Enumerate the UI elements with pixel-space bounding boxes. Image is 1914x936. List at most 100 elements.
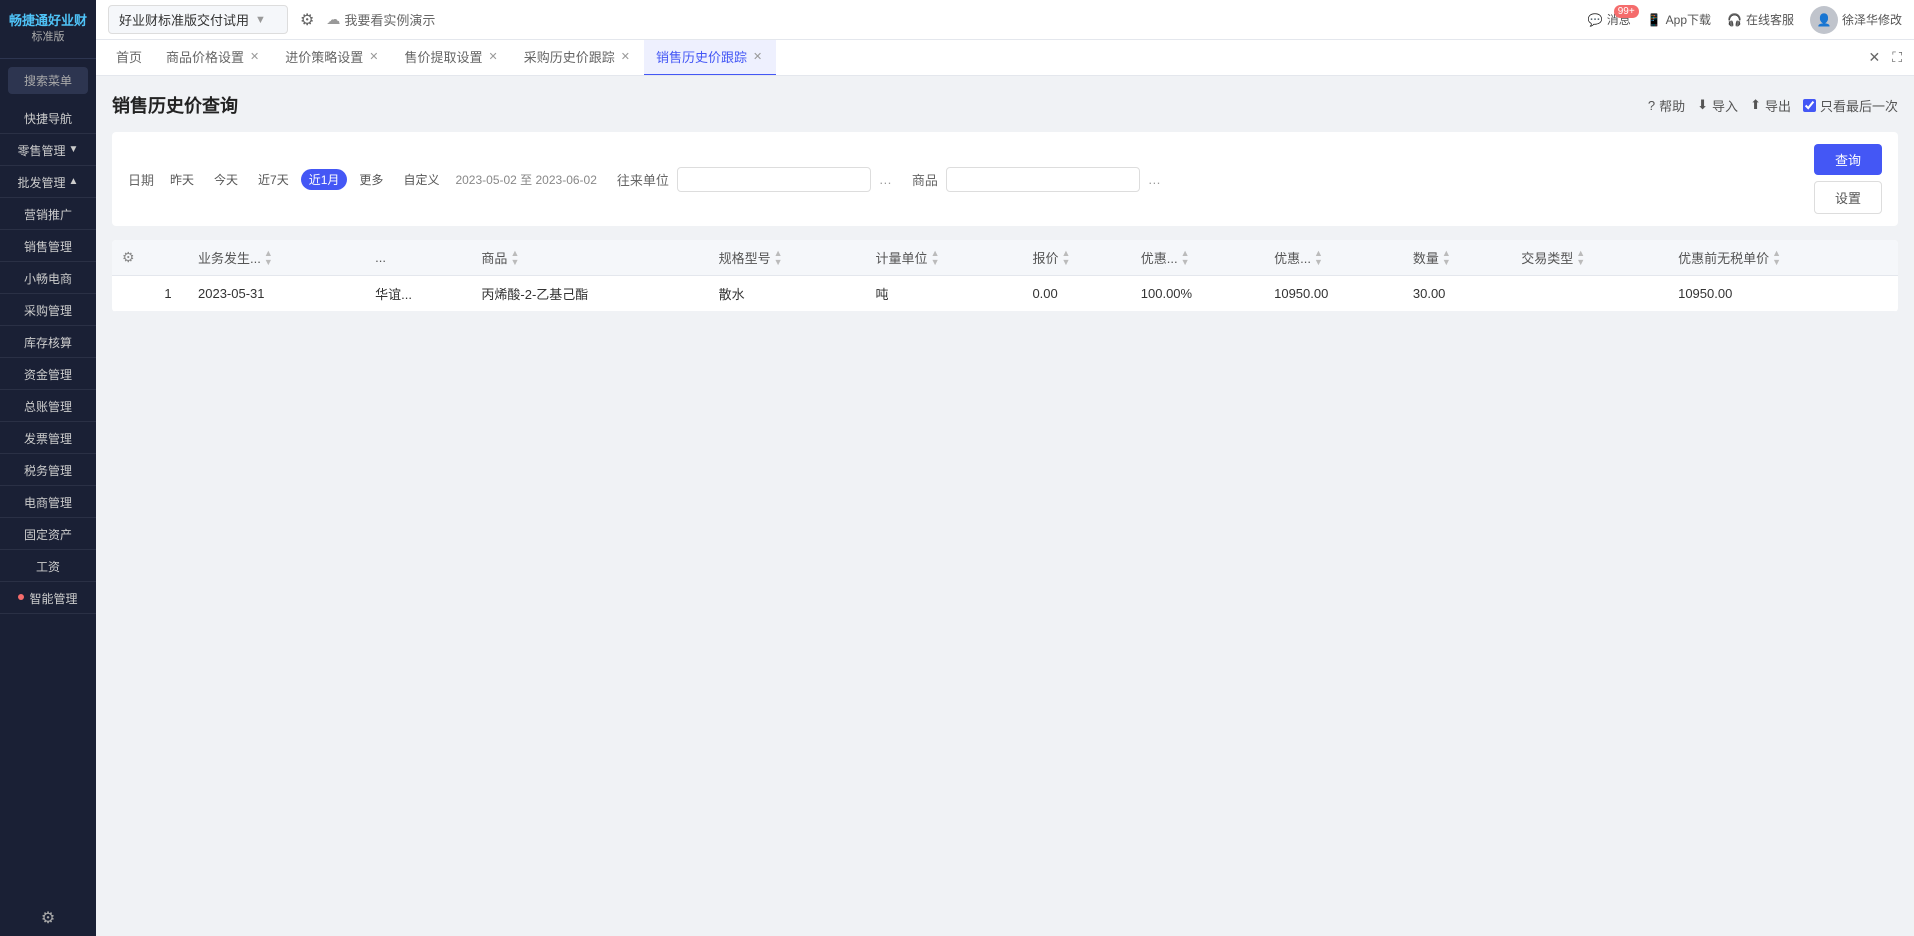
sidebar-item-purchase[interactable]: 采购管理 bbox=[0, 294, 96, 325]
demo-button[interactable]: ☁ 我要看实例演示 bbox=[326, 10, 435, 29]
message-button[interactable]: 💬 消息 99+ bbox=[1588, 11, 1631, 28]
invoice-label: 发票管理 bbox=[8, 430, 88, 447]
col-price-sort[interactable]: 报价 ▲▼ bbox=[1032, 248, 1070, 267]
demo-text: 我要看实例演示 bbox=[344, 10, 435, 29]
page-title: 销售历史价查询 bbox=[112, 92, 238, 118]
product-label: 商品 bbox=[912, 170, 938, 189]
date-pill-yesterday[interactable]: 昨天 bbox=[162, 169, 202, 190]
col-discount1-header[interactable]: 优惠... ▲▼ bbox=[1131, 240, 1264, 276]
col-product-header[interactable]: 商品 ▲▼ bbox=[471, 240, 708, 276]
col-discount2-sort[interactable]: 优惠... ▲▼ bbox=[1274, 248, 1323, 267]
sidebar-item-ecommerce[interactable]: 电商管理 bbox=[0, 486, 96, 517]
col-transaction-type-sort[interactable]: 交易类型 ▲▼ bbox=[1521, 248, 1585, 267]
sidebar-item-tax[interactable]: 税务管理 bbox=[0, 454, 96, 485]
col-quantity-header[interactable]: 数量 ▲▼ bbox=[1403, 240, 1511, 276]
tab-sale-extract-close[interactable]: ✕ bbox=[487, 50, 500, 63]
sidebar-item-quick-nav[interactable]: 快捷导航 bbox=[0, 102, 96, 133]
col-quantity-sort[interactable]: 数量 ▲▼ bbox=[1413, 248, 1451, 267]
tab-purchase-history[interactable]: 采购历史价跟踪 ✕ bbox=[512, 40, 644, 76]
from-unit-dots[interactable]: … bbox=[879, 172, 892, 187]
sidebar-settings-button[interactable]: ⚙ bbox=[41, 908, 55, 928]
col-price-header[interactable]: 报价 ▲▼ bbox=[1022, 240, 1130, 276]
finance-label: 资金管理 bbox=[8, 366, 88, 383]
col-spec-header[interactable]: 规格型号 ▲▼ bbox=[709, 240, 866, 276]
sidebar-item-marketing[interactable]: 营销推广 bbox=[0, 198, 96, 229]
tab-purchase-history-close[interactable]: ✕ bbox=[619, 50, 632, 63]
col-discount1-sort[interactable]: 优惠... ▲▼ bbox=[1141, 248, 1190, 267]
row-spec: 散水 bbox=[709, 276, 866, 312]
last-only-checkbox[interactable] bbox=[1803, 99, 1816, 112]
sidebar-logo: 畅捷通好业财 标准版 bbox=[0, 0, 96, 59]
app-selector[interactable]: 好业财标准版交付试用 ▼ bbox=[108, 5, 288, 34]
retail-nav-group: 零售管理 ▼ bbox=[0, 134, 96, 166]
col-business-date-header[interactable]: 业务发生... ▲▼ bbox=[188, 240, 365, 276]
col-unit-header[interactable]: 计量单位 ▲▼ bbox=[866, 240, 1023, 276]
tab-home[interactable]: 首页 bbox=[104, 40, 154, 76]
sidebar-item-ecommerce-small[interactable]: 小畅电商 bbox=[0, 262, 96, 293]
date-pill-today[interactable]: 今天 bbox=[206, 169, 246, 190]
help-button[interactable]: ? 帮助 bbox=[1648, 96, 1685, 115]
tab-close-window-button[interactable]: ✕ bbox=[1864, 45, 1884, 70]
sidebar-item-wholesale[interactable]: 批发管理 ▲ bbox=[0, 166, 96, 197]
settings-button[interactable]: 设置 bbox=[1814, 181, 1882, 214]
query-button[interactable]: 查询 bbox=[1814, 144, 1882, 175]
page-actions: ? 帮助 ⬇ 导入 ⬆ 导出 只看最后一次 bbox=[1648, 96, 1898, 115]
quick-nav-label: 快捷导航 bbox=[8, 110, 88, 127]
tab-purchase-strategy-close[interactable]: ✕ bbox=[367, 50, 380, 63]
col-dots-header[interactable]: ... bbox=[365, 240, 471, 276]
table-row[interactable]: 1 2023-05-31 华谊... 丙烯酸-2-乙基己酯 散水 吨 0.00 … bbox=[112, 276, 1898, 312]
sort-arrows-price-icon: ▲▼ bbox=[1061, 249, 1070, 267]
search-menu-button[interactable]: 搜索菜单 bbox=[8, 67, 88, 94]
col-transaction-type-header[interactable]: 交易类型 ▲▼ bbox=[1511, 240, 1668, 276]
col-discount2-header[interactable]: 优惠... ▲▼ bbox=[1264, 240, 1403, 276]
tab-sales-history[interactable]: 销售历史价跟踪 ✕ bbox=[644, 40, 776, 76]
col-pretax-price-header[interactable]: 优惠前无税单价 ▲▼ bbox=[1668, 240, 1898, 276]
sidebar-item-finance[interactable]: 资金管理 bbox=[0, 358, 96, 389]
tab-purchase-history-label: 采购历史价跟踪 bbox=[524, 47, 615, 66]
import-button[interactable]: ⬇ 导入 bbox=[1697, 96, 1738, 115]
column-settings-icon[interactable]: ⚙ bbox=[122, 249, 135, 265]
import-label: 导入 bbox=[1712, 96, 1738, 115]
finance-nav-group: 资金管理 bbox=[0, 358, 96, 390]
sidebar-item-invoice[interactable]: 发票管理 bbox=[0, 422, 96, 453]
last-only-checkbox-label[interactable]: 只看最后一次 bbox=[1803, 96, 1898, 115]
sidebar-item-payroll[interactable]: 工资 bbox=[0, 550, 96, 581]
topbar: 好业财标准版交付试用 ▼ ⚙ ☁ 我要看实例演示 💬 消息 99+ 📱 App下… bbox=[96, 0, 1914, 40]
user-profile-button[interactable]: 👤 徐泽华修改 bbox=[1810, 6, 1902, 34]
sidebar-item-smart[interactable]: 智能管理 bbox=[0, 582, 96, 613]
tab-product-price-close[interactable]: ✕ bbox=[248, 50, 261, 63]
tab-product-price[interactable]: 商品价格设置 ✕ bbox=[154, 40, 273, 76]
tab-sale-extract[interactable]: 售价提取设置 ✕ bbox=[392, 40, 511, 76]
date-pill-more[interactable]: 更多 bbox=[351, 169, 391, 190]
online-service-button[interactable]: 🎧 在线客服 bbox=[1727, 11, 1794, 28]
col-business-date-sort[interactable]: 业务发生... ▲▼ bbox=[198, 248, 273, 267]
product-input[interactable] bbox=[946, 167, 1140, 192]
tab-maximize-button[interactable]: ⛶ bbox=[1888, 45, 1906, 70]
col-discount1-label: 优惠... bbox=[1141, 248, 1178, 267]
sidebar-item-sales[interactable]: 销售管理 bbox=[0, 230, 96, 261]
sidebar-item-fixed-assets[interactable]: 固定资产 bbox=[0, 518, 96, 549]
sidebar-item-general-ledger[interactable]: 总账管理 bbox=[0, 390, 96, 421]
row-price: 0.00 bbox=[1022, 276, 1130, 312]
tab-purchase-strategy[interactable]: 进价策略设置 ✕ bbox=[273, 40, 392, 76]
sidebar-item-retail[interactable]: 零售管理 ▼ bbox=[0, 134, 96, 165]
col-spec-sort[interactable]: 规格型号 ▲▼ bbox=[719, 248, 783, 267]
from-unit-input[interactable] bbox=[677, 167, 871, 192]
app-download-button[interactable]: 📱 App下载 bbox=[1647, 11, 1711, 28]
sort-arrows-pretax-icon: ▲▼ bbox=[1772, 249, 1781, 267]
col-product-sort[interactable]: 商品 ▲▼ bbox=[481, 248, 519, 267]
date-pill-last1m[interactable]: 近1月 bbox=[301, 169, 348, 190]
general-ledger-label: 总账管理 bbox=[8, 398, 88, 415]
sidebar-item-inventory[interactable]: 库存核算 bbox=[0, 326, 96, 357]
export-button[interactable]: ⬆ 导出 bbox=[1750, 96, 1791, 115]
row-business-date: 2023-05-31 bbox=[188, 276, 365, 312]
app-selector-text: 好业财标准版交付试用 bbox=[119, 10, 249, 29]
table-body: 1 2023-05-31 华谊... 丙烯酸-2-乙基己酯 散水 吨 0.00 … bbox=[112, 276, 1898, 312]
topbar-settings-button[interactable]: ⚙ bbox=[296, 6, 318, 34]
col-pretax-sort[interactable]: 优惠前无税单价 ▲▼ bbox=[1678, 248, 1781, 267]
product-dots[interactable]: … bbox=[1148, 172, 1161, 187]
date-pill-last7[interactable]: 近7天 bbox=[250, 169, 297, 190]
col-unit-sort[interactable]: 计量单位 ▲▼ bbox=[876, 248, 940, 267]
date-pill-custom[interactable]: 自定义 bbox=[395, 169, 447, 190]
tab-sales-history-close[interactable]: ✕ bbox=[751, 50, 764, 63]
